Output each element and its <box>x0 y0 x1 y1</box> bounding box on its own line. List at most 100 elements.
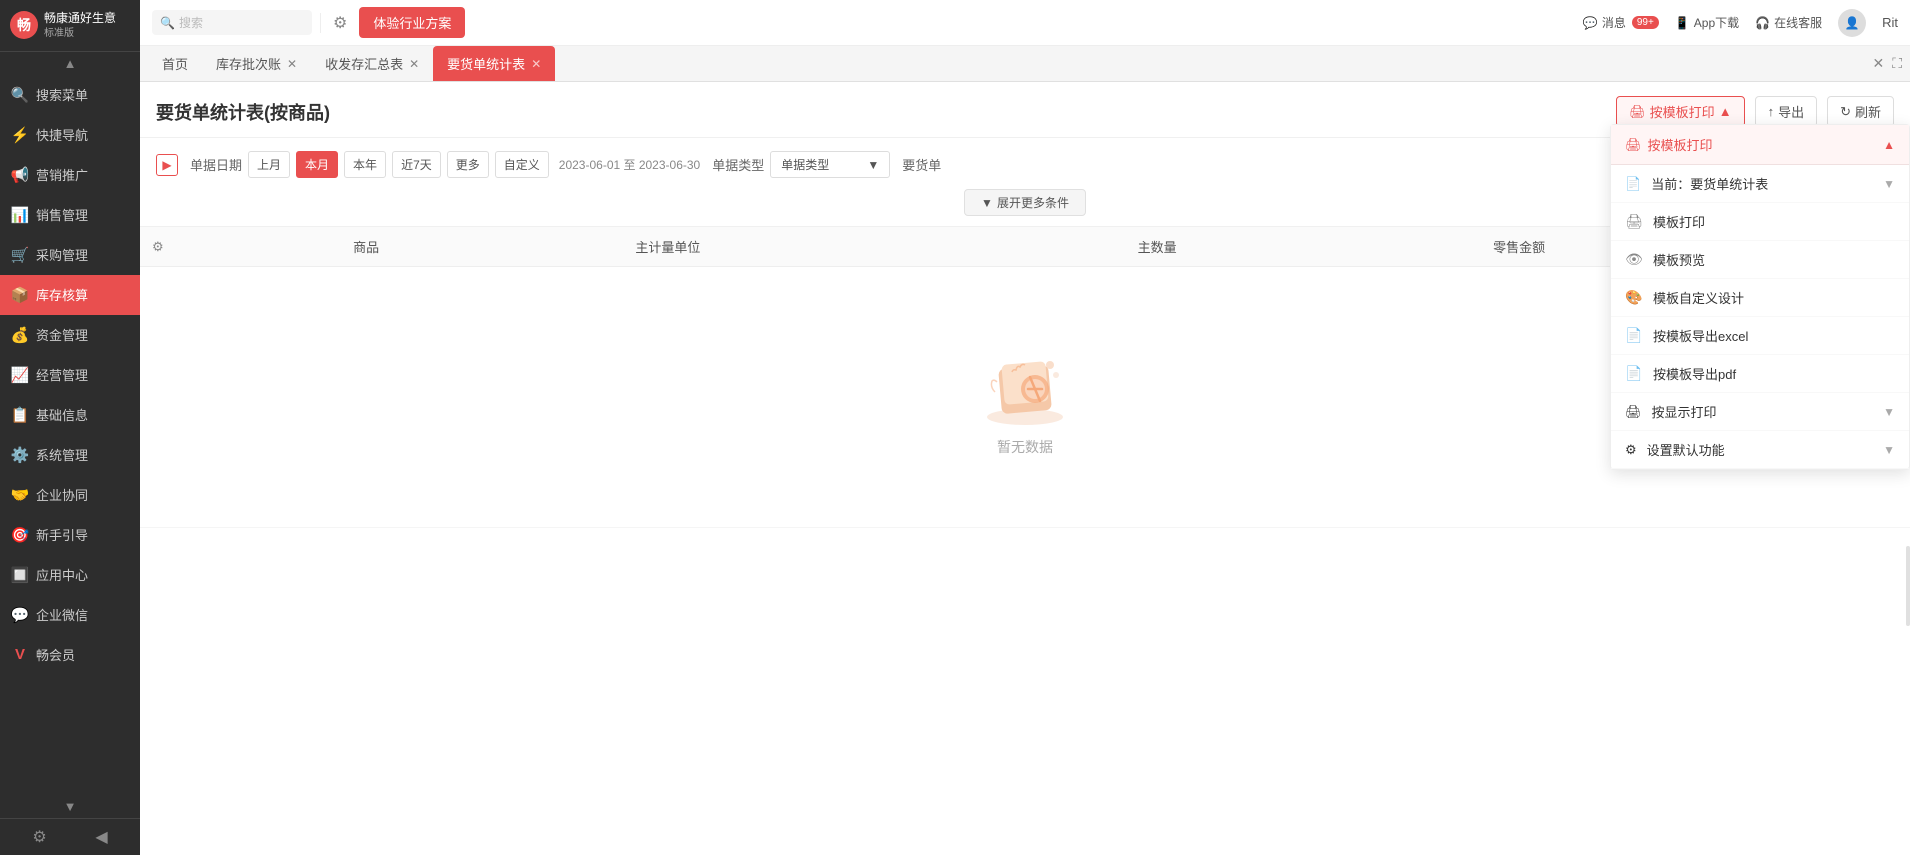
enterprise-icon: 🤝 <box>10 485 30 505</box>
collapse-icon[interactable]: ◀ <box>95 827 107 847</box>
dropdown-item-template-print[interactable]: 🖨 模板打印 <box>1611 203 1909 241</box>
template-print-button[interactable]: 🖨 按模板打印 ▲ <box>1616 96 1744 127</box>
tab-close-all-icon[interactable]: ✕ <box>1872 55 1884 72</box>
user-avatar[interactable]: 👤 <box>1838 9 1866 37</box>
dropdown-current-template[interactable]: 📄 当前：要货单统计表 ▼ <box>1611 165 1909 203</box>
date-btn-this-month[interactable]: 本月 <box>296 151 338 178</box>
tab-maximize-icon[interactable]: ⛶ <box>1892 55 1902 72</box>
sidebar-item-sales[interactable]: 📊 销售管理 <box>0 195 140 235</box>
order-type-filter-group: 单据类型 单据类型 ▼ <box>712 151 890 178</box>
topbar-settings-icon[interactable]: ⚙ <box>329 9 351 37</box>
date-btn-last-month[interactable]: 上月 <box>248 151 290 178</box>
sidebar-item-operation[interactable]: 📈 经营管理 <box>0 355 140 395</box>
sidebar-item-inventory[interactable]: 📦 库存核算 <box>0 275 140 315</box>
sidebar-item-basic[interactable]: 📋 基础信息 <box>0 395 140 435</box>
topbar-search[interactable]: 🔍 搜索 <box>152 10 312 35</box>
cargo-filter-group: 要货单 <box>902 155 941 174</box>
sidebar-item-finance[interactable]: 💰 资金管理 <box>0 315 140 355</box>
date-btn-7days[interactable]: 近7天 <box>392 151 441 178</box>
tab-receivable-summary[interactable]: 收发存汇总表 ✕ <box>311 46 433 82</box>
template-preview-label: 模板预览 <box>1653 250 1705 269</box>
purchase-icon: 🛒 <box>10 245 30 265</box>
template-print-item-label: 模板打印 <box>1653 212 1705 231</box>
sidebar-item-member[interactable]: V 畅会员 <box>0 635 140 675</box>
topbar-right: 💬 消息 99+ 📱 App下载 🎧 在线客服 👤 Rit <box>1583 9 1898 37</box>
search-icon: 🔍 <box>10 85 30 105</box>
sales-icon: 📊 <box>10 205 30 225</box>
sidebar-item-shortcut[interactable]: ⚡ 快捷导航 <box>0 115 140 155</box>
page-actions: 🖨 按模板打印 ▲ ↑ 导出 ↻ 刷新 <box>1616 96 1894 127</box>
export-excel-label: 按模板导出excel <box>1653 326 1748 345</box>
dropdown-default-func[interactable]: ⚙ 设置默认功能 ▼ <box>1611 431 1909 469</box>
sidebar-item-label: 企业协同 <box>36 485 88 504</box>
scrollbar-indicator[interactable] <box>1906 546 1910 626</box>
shortcut-icon: ⚡ <box>10 125 30 145</box>
dropdown-panel: 🖨 按模板打印 ▲ 📄 当前：要货单统计表 ▼ 🖨 模板打印 👁 模板预览 <box>1610 124 1910 470</box>
sidebar-item-search[interactable]: 🔍 搜索菜单 <box>0 75 140 115</box>
tab-purchase-stat-label: 要货单统计表 <box>447 54 525 73</box>
sidebar-item-system[interactable]: ⚙️ 系统管理 <box>0 435 140 475</box>
sidebar-item-label: 采购管理 <box>36 245 88 264</box>
settings-bottom-icon[interactable]: ⚙ <box>32 827 46 847</box>
sidebar-item-label: 系统管理 <box>36 445 88 464</box>
tab-purchase-stat[interactable]: 要货单统计表 ✕ <box>433 46 555 82</box>
sidebar-item-appstore[interactable]: 🔲 应用中心 <box>0 555 140 595</box>
expand-more-button[interactable]: ▼ 展开更多条件 <box>964 189 1086 216</box>
refresh-label: 刷新 <box>1855 102 1881 121</box>
tab-inventory-batch[interactable]: 库存批次账 ✕ <box>202 46 311 82</box>
dropdown-display-print[interactable]: 🖨 按显示打印 ▼ <box>1611 393 1909 431</box>
export-button[interactable]: ↑ 导出 <box>1755 96 1818 127</box>
sidebar-item-label: 快捷导航 <box>36 125 88 144</box>
template-custom-icon: 🎨 <box>1625 289 1643 306</box>
dropdown-item-export-pdf[interactable]: 📄 按模板导出pdf <box>1611 355 1909 393</box>
default-func-arrow: ▼ <box>1883 443 1895 457</box>
app-download-icon: 📱 <box>1675 16 1690 30</box>
date-filter-label: 单据日期 <box>190 155 242 174</box>
current-template-arrow: ▼ <box>1883 177 1895 191</box>
date-btn-more[interactable]: 更多 <box>447 151 489 178</box>
tab-home[interactable]: 首页 <box>148 46 202 82</box>
finance-icon: 💰 <box>10 325 30 345</box>
date-btn-custom[interactable]: 自定义 <box>495 151 549 178</box>
col-product: 商品 <box>341 227 623 267</box>
app-name-text: 畅康通好生意 标准版 <box>44 10 116 41</box>
sidebar-item-enterprise[interactable]: 🤝 企业协同 <box>0 475 140 515</box>
scroll-up-btn[interactable]: ▲ <box>0 52 140 75</box>
scroll-down-btn[interactable]: ▼ <box>0 795 140 818</box>
dropdown-item-export-excel[interactable]: 📄 按模板导出excel <box>1611 317 1909 355</box>
refresh-button[interactable]: ↻ 刷新 <box>1827 96 1894 127</box>
sidebar-item-marketing[interactable]: 📢 营销推广 <box>0 155 140 195</box>
table-settings-icon[interactable]: ⚙ <box>152 239 164 254</box>
date-range-text: 2023-06-01 至 2023-06-30 <box>559 156 700 173</box>
app-download-item[interactable]: 📱 App下载 <box>1675 14 1739 31</box>
template-print-wrapper: 🖨 按模板打印 ▲ <box>1616 96 1744 127</box>
dropdown-close-btn[interactable]: ▲ <box>1883 138 1895 152</box>
sidebar-item-purchase[interactable]: 🛒 采购管理 <box>0 235 140 275</box>
user-avatar-icon: 👤 <box>1845 16 1860 30</box>
sidebar: 畅 畅康通好生意 标准版 ▲ 🔍 搜索菜单 ⚡ 快捷导航 📢 营销推广 📊 销售… <box>0 0 140 855</box>
order-type-select[interactable]: 单据类型 ▼ <box>770 151 890 178</box>
default-func-left: ⚙ 设置默认功能 <box>1625 440 1725 459</box>
notification-icon: 💬 <box>1583 16 1598 30</box>
printer-icon: 🖨 <box>1629 104 1646 120</box>
dropdown-header-left: 🖨 按模板打印 <box>1625 135 1713 154</box>
tab-purchase-stat-close[interactable]: ✕ <box>531 57 541 71</box>
date-btn-this-year[interactable]: 本年 <box>344 151 386 178</box>
sidebar-item-label: 畅会员 <box>36 645 75 664</box>
sidebar-item-wechat[interactable]: 💬 企业微信 <box>0 595 140 635</box>
notifications-item[interactable]: 💬 消息 99+ <box>1583 14 1659 31</box>
trial-button[interactable]: 体验行业方案 <box>359 7 465 38</box>
col-quantity: 主数量 <box>1126 227 1482 267</box>
sidebar-item-label: 经营管理 <box>36 365 88 384</box>
filter-expand-arrow[interactable]: ▶ <box>156 154 178 176</box>
online-service-item[interactable]: 🎧 在线客服 <box>1755 14 1822 31</box>
dropdown-item-template-preview[interactable]: 👁 模板预览 <box>1611 241 1909 279</box>
inventory-icon: 📦 <box>10 285 30 305</box>
tabs-right: ✕ ⛶ <box>1872 55 1902 72</box>
empty-text: 暂无数据 <box>997 437 1053 457</box>
cargo-label: 要货单 <box>902 155 941 174</box>
tab-inventory-batch-close[interactable]: ✕ <box>287 57 297 71</box>
sidebar-item-newbie[interactable]: 🎯 新手引导 <box>0 515 140 555</box>
tab-receivable-summary-close[interactable]: ✕ <box>409 57 419 71</box>
dropdown-item-template-custom[interactable]: 🎨 模板自定义设计 <box>1611 279 1909 317</box>
